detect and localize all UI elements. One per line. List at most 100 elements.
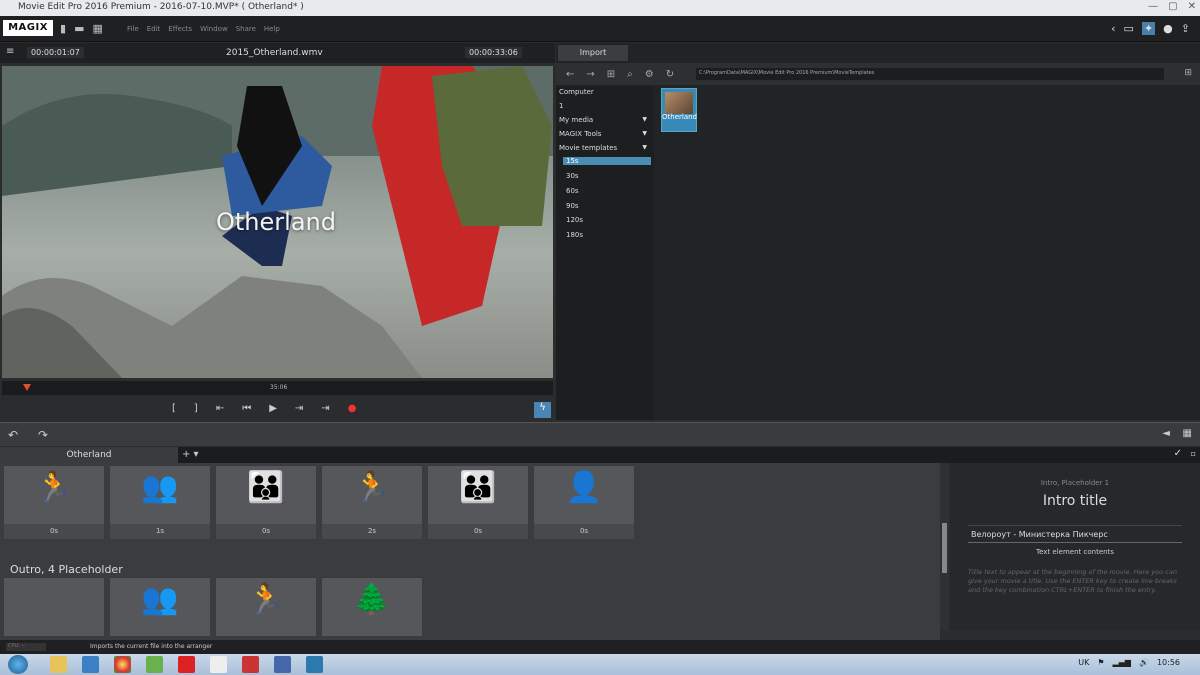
view-icon[interactable]: ⊞ [607, 69, 615, 80]
scrollbar-thumb[interactable] [942, 523, 947, 573]
tree-item-movie-templates[interactable]: Movie templates ▼ [559, 144, 651, 152]
volume-icon[interactable]: 🔊 [1139, 658, 1149, 667]
single-figure-icon: 👤 [565, 470, 603, 505]
template-thumbnail[interactable]: Otherland [661, 88, 697, 132]
magix-logo: MAGIX [3, 20, 53, 36]
browser-icon[interactable] [146, 656, 163, 673]
video-preview[interactable]: Otherland [2, 66, 553, 378]
store-icon[interactable] [82, 656, 99, 673]
save-icon[interactable]: ▦ [92, 22, 102, 35]
view-mode-icon[interactable]: ⊞ [1184, 68, 1192, 78]
minimize-button[interactable]: — [1148, 1, 1158, 12]
intro-slot-2[interactable]: 👥 1s [109, 465, 211, 540]
app-icon-2[interactable] [274, 656, 291, 673]
explorer-icon[interactable] [50, 656, 67, 673]
play-button[interactable]: ▶ [269, 403, 277, 414]
arranger-scrollbar[interactable] [940, 463, 949, 630]
go-end-button[interactable]: ⇥ [321, 403, 329, 414]
grid-icon[interactable]: ▦ [1183, 428, 1192, 439]
outro-slot-3[interactable]: 🏃 [215, 577, 317, 637]
mark-in-button[interactable]: [ [172, 403, 176, 414]
intro-slot-3[interactable]: 👪 0s [215, 465, 317, 540]
wand-icon[interactable]: ✦ [1141, 22, 1156, 35]
toolbar-middle: ↶ ↷ ◄ ▦ [0, 422, 1200, 446]
clock[interactable]: 10:56 [1157, 658, 1180, 667]
intro-slot-4[interactable]: 🏃 2s [321, 465, 423, 540]
menu-window[interactable]: Window [200, 25, 228, 33]
gear-icon[interactable]: ⚙ [645, 69, 654, 80]
new-file-icon[interactable]: ▮ [60, 22, 66, 35]
go-start-button[interactable]: ⇤ [216, 403, 224, 414]
window-title: Movie Edit Pro 2016 Premium - 2016-07-10… [18, 2, 304, 12]
menu-edit[interactable]: Edit [147, 25, 161, 33]
opera-icon[interactable] [178, 656, 195, 673]
next-marker-button[interactable]: ⇥ [295, 403, 303, 414]
menu-file[interactable]: File [127, 25, 139, 33]
record-icon[interactable]: ● [1163, 22, 1173, 35]
dock-icon[interactable]: ▫ [1191, 449, 1196, 458]
transport-controls: [ ] ⇤ ⏮ ▶ ⇥ ⇥ ● ϟ [0, 400, 555, 420]
tree-item-180s[interactable]: 180s [566, 231, 658, 239]
prev-frame-button[interactable]: ⏮ [242, 403, 251, 414]
running-figure-icon: 🏃 [35, 470, 73, 505]
back-icon[interactable]: ← [566, 69, 574, 80]
screen-icon[interactable]: ▭ [1124, 22, 1134, 35]
path-field[interactable]: C:\ProgramData\MAGIX\Movie Edit Pro 2016… [696, 68, 1164, 80]
search-icon[interactable]: ⌕ [627, 69, 633, 80]
menu-effects[interactable]: Effects [168, 25, 192, 33]
intro-slot-5[interactable]: 👪 0s [427, 465, 529, 540]
tree-item-90s[interactable]: 90s [566, 202, 658, 210]
refresh-icon[interactable]: ↻ [666, 69, 674, 80]
text-element-field[interactable]: Велороут - Министерка Пикчерс [968, 525, 1182, 543]
yandex-icon[interactable] [210, 656, 227, 673]
menu-help[interactable]: Help [264, 25, 280, 33]
mark-out-button[interactable]: ] [194, 403, 198, 414]
properties-panel: Intro, Placeholder 1 Intro title Велороу… [950, 463, 1200, 630]
undo-icon[interactable]: ↶ [8, 428, 18, 442]
speaker-icon[interactable]: ◄ [1162, 428, 1170, 439]
tab-import[interactable]: Import [558, 45, 628, 61]
scrub-time-label: 35:06 [270, 384, 288, 391]
forward-icon[interactable]: → [586, 69, 594, 80]
chevron-down-icon[interactable]: ▼ [642, 130, 647, 137]
scrub-bar[interactable]: 35:06 [2, 381, 553, 395]
language-indicator[interactable]: UK [1078, 658, 1089, 667]
outro-slot-1[interactable] [3, 577, 105, 637]
flag-icon[interactable]: ⚑ [1097, 658, 1104, 667]
outro-heading: Outro, 4 Placeholder [10, 563, 123, 576]
tree-item-30s[interactable]: 30s [566, 172, 658, 180]
playhead-marker[interactable] [23, 384, 31, 391]
movie-edit-icon[interactable] [306, 656, 323, 673]
menu-icon[interactable]: ≡ [6, 46, 14, 57]
app-icon[interactable] [242, 656, 259, 673]
intro-slot-1[interactable]: 🏃 0s [3, 465, 105, 540]
outro-slot-4[interactable]: 🌲 [321, 577, 423, 637]
menu-share[interactable]: Share [236, 25, 256, 33]
timecode-duration: 00:00:33:06 [465, 47, 522, 58]
tree-item-15s[interactable]: 15s [563, 157, 651, 165]
tree-item-60s[interactable]: 60s [566, 187, 658, 195]
open-folder-icon[interactable]: ▬ [74, 22, 84, 35]
record-button[interactable]: ● [348, 403, 357, 414]
redo-icon[interactable]: ↷ [38, 428, 48, 442]
maximize-button[interactable]: ▢ [1168, 1, 1177, 12]
chevron-down-icon[interactable]: ▼ [642, 116, 647, 123]
add-tab-button[interactable]: + ▾ [182, 449, 199, 460]
flash-icon[interactable]: ϟ [534, 402, 551, 418]
outro-slot-2[interactable]: 👥 [109, 577, 211, 637]
tab-otherland[interactable]: Otherland [0, 447, 178, 463]
chrome-icon[interactable] [114, 656, 131, 673]
start-button[interactable] [8, 655, 28, 674]
chevron-down-icon[interactable]: ▼ [642, 144, 647, 151]
tree-item-120s[interactable]: 120s [566, 216, 658, 224]
tree-item-my-media[interactable]: My media ▼ [559, 116, 651, 124]
upload-icon[interactable]: ⇪ [1181, 22, 1190, 35]
tree-item-computer[interactable]: Computer [559, 88, 651, 96]
chevron-left-icon[interactable]: ‹ [1111, 22, 1115, 35]
network-icon[interactable]: ▂▄▆ [1113, 658, 1131, 667]
tree-item-magix-tools[interactable]: MAGIX Tools ▼ [559, 130, 651, 138]
tree-item-1[interactable]: 1 [559, 102, 651, 110]
check-icon[interactable]: ✓ [1174, 448, 1182, 459]
close-button[interactable]: ✕ [1188, 1, 1196, 12]
intro-slot-6[interactable]: 👤 0s [533, 465, 635, 540]
